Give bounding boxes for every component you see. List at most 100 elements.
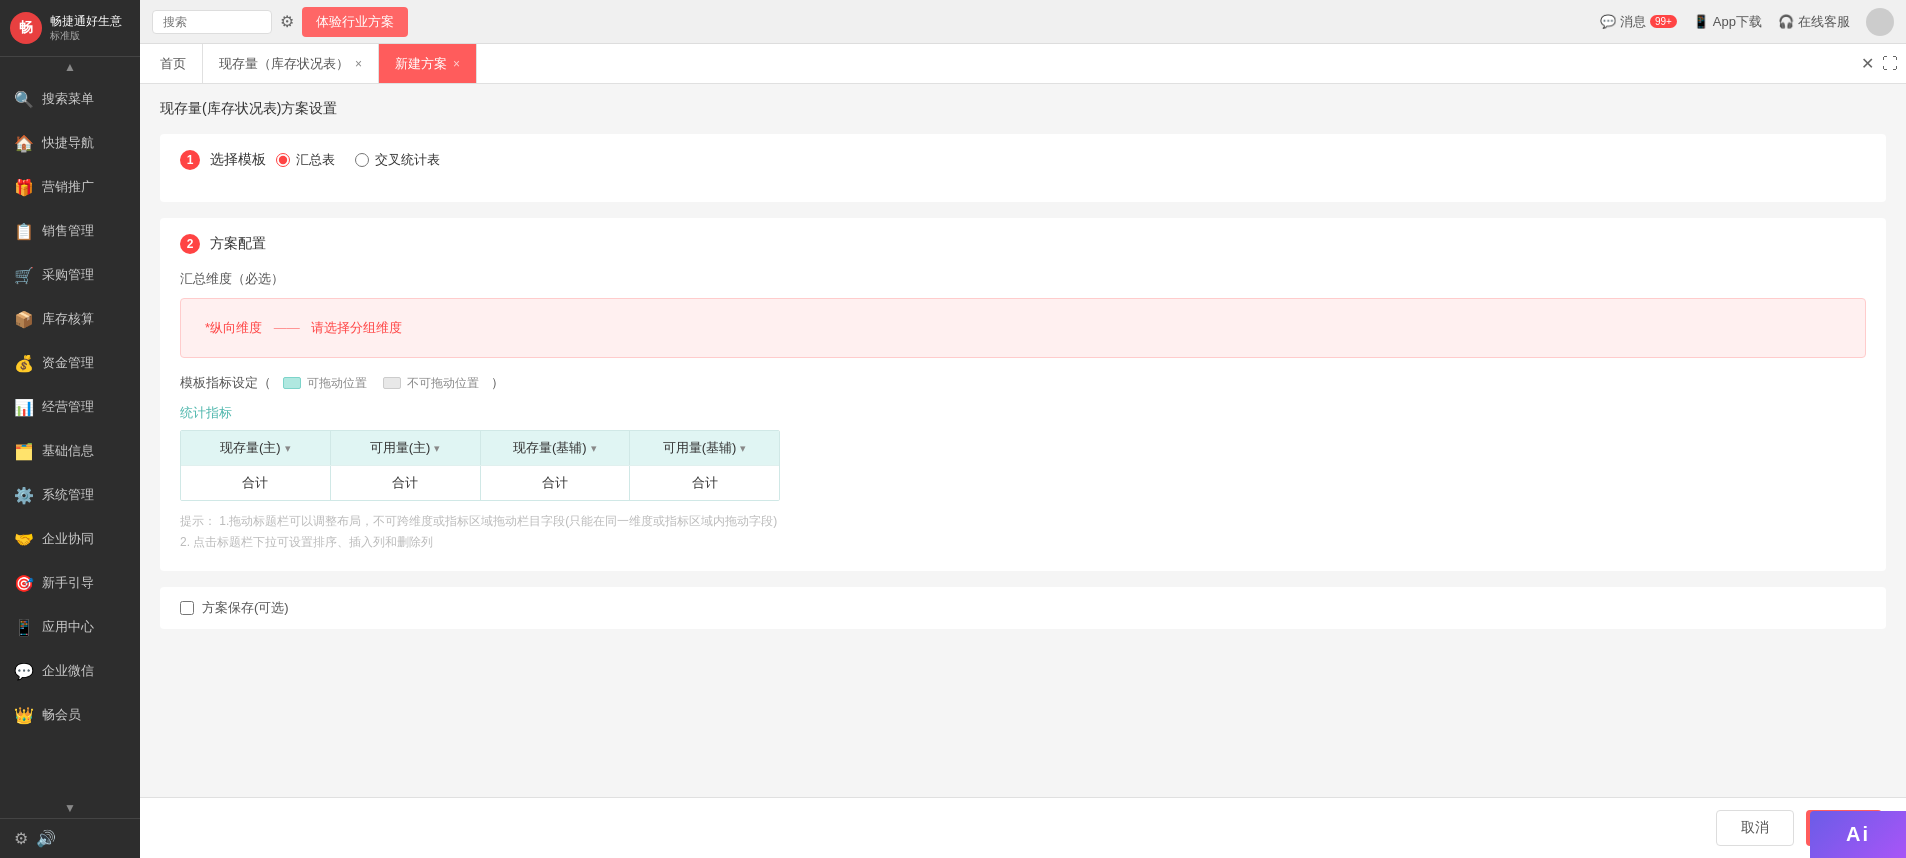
user-avatar[interactable] (1866, 8, 1894, 36)
sidebar-item-app-center[interactable]: 📱 应用中心 (0, 605, 140, 649)
aggregate-label: 汇总维度（必选） (180, 270, 1866, 288)
service-button[interactable]: 🎧 在线客服 (1778, 13, 1850, 31)
inventory-icon: 📦 (14, 309, 34, 329)
sidebar-item-inventory[interactable]: 📦 库存核算 (0, 297, 140, 341)
stats-col-2-chevron[interactable]: ▾ (591, 442, 597, 455)
minimize-icon[interactable]: ✕ (1861, 54, 1874, 73)
indicator-legend: 可拖动位置 不可拖动位置 (283, 375, 479, 392)
warning-required-mark: *纵向维度 —— 请选择分组维度 (205, 319, 402, 337)
sidebar-item-system[interactable]: ⚙️ 系统管理 (0, 473, 140, 517)
sidebar-item-label: 企业协同 (42, 530, 94, 548)
section-choose-template: 1 选择模板 汇总表 交叉统计表 (160, 134, 1886, 202)
sales-icon: 📋 (14, 221, 34, 241)
sidebar-item-label: 库存核算 (42, 310, 94, 328)
cancel-button[interactable]: 取消 (1716, 810, 1794, 846)
sidebar-item-label: 搜索菜单 (42, 90, 94, 108)
system-icon: ⚙️ (14, 485, 34, 505)
settings-icon[interactable]: ⚙ (14, 829, 28, 848)
section2-header: 2 方案配置 (180, 234, 1866, 254)
sidebar-item-search-menu[interactable]: 🔍 搜索菜单 (0, 77, 140, 121)
sidebar-item-basic[interactable]: 🗂️ 基础信息 (0, 429, 140, 473)
tip-1: 提示： 1.拖动标题栏可以调整布局，不可跨维度或指标区域拖动栏目字段(只能在同一… (180, 513, 1866, 530)
service-label: 在线客服 (1798, 13, 1850, 31)
stats-body-col-0: 合计 (181, 466, 331, 500)
sidebar-item-label: 营销推广 (42, 178, 94, 196)
sidebar-item-guide[interactable]: 🎯 新手引导 (0, 561, 140, 605)
contract-icon: 🤝 (14, 529, 34, 549)
section-plan-config: 2 方案配置 汇总维度（必选） *纵向维度 —— 请选择分组维度 模板指标设定（ (160, 218, 1886, 571)
service-icon: 🎧 (1778, 14, 1794, 29)
finance-icon: 💰 (14, 353, 34, 373)
message-button[interactable]: 💬 消息 99+ (1600, 13, 1677, 31)
movable-box (283, 377, 301, 389)
stats-col-2[interactable]: 现存量(基辅) ▾ (481, 431, 631, 465)
radio-cross-label: 交叉统计表 (375, 151, 440, 169)
message-badge: 99+ (1650, 15, 1677, 28)
sidebar-item-contract[interactable]: 🤝 企业协同 (0, 517, 140, 561)
main-container: ⚙ 体验行业方案 💬 消息 99+ 📱 App下载 🎧 在线客服 首页 (140, 0, 1906, 858)
sidebar-scroll-down[interactable]: ▼ (0, 798, 140, 818)
sidebar-item-purchase[interactable]: 🛒 采购管理 (0, 253, 140, 297)
save-section: 方案保存(可选) (160, 587, 1886, 629)
section2-title: 方案配置 (210, 235, 266, 253)
sidebar-item-label: 销售管理 (42, 222, 94, 240)
sidebar-scroll-up[interactable]: ▲ (0, 57, 140, 77)
maximize-icon[interactable]: ⛶ (1882, 55, 1898, 73)
audio-icon[interactable]: 🔊 (36, 829, 56, 848)
radio-summary[interactable]: 汇总表 (276, 151, 335, 169)
purchase-icon: 🛒 (14, 265, 34, 285)
gear-icon[interactable]: ⚙ (280, 12, 294, 31)
sidebar-item-sales[interactable]: 📋 销售管理 (0, 209, 140, 253)
topbar: ⚙ 体验行业方案 💬 消息 99+ 📱 App下载 🎧 在线客服 (140, 0, 1906, 44)
wechat-icon: 💬 (14, 661, 34, 681)
radio-cross[interactable]: 交叉统计表 (355, 151, 440, 169)
tab-inventory-status[interactable]: 现存量（库存状况表） × (203, 44, 379, 83)
stats-body-col-2: 合计 (481, 466, 631, 500)
sidebar-item-quick-nav[interactable]: 🏠 快捷导航 (0, 121, 140, 165)
trial-button[interactable]: 体验行业方案 (302, 7, 408, 37)
stats-col-2-label: 现存量(基辅) (513, 439, 587, 457)
sidebar-item-operation[interactable]: 📊 经营管理 (0, 385, 140, 429)
search-input[interactable] (152, 10, 272, 34)
stats-col-0[interactable]: 现存量(主) ▾ (181, 431, 331, 465)
tab-inventory-close[interactable]: × (355, 57, 362, 71)
indicator-settings: 模板指标设定（ 可拖动位置 不可拖动位置 ） (180, 374, 1866, 392)
sidebar-item-wechat[interactable]: 💬 企业微信 (0, 649, 140, 693)
stats-body-row: 合计 合计 合计 合计 (181, 465, 779, 500)
ai-badge[interactable]: Ai (1810, 811, 1906, 858)
section1-header: 1 选择模板 汇总表 交叉统计表 (180, 150, 1866, 170)
page-title: 现存量(库存状况表)方案设置 (160, 100, 1886, 118)
warning-hint: 请选择分组维度 (311, 320, 402, 335)
member-icon: 👑 (14, 705, 34, 725)
sidebar-item-label: 应用中心 (42, 618, 94, 636)
radio-summary-input[interactable] (276, 153, 290, 167)
tab-new-plan-close[interactable]: × (453, 57, 460, 71)
operation-icon: 📊 (14, 397, 34, 417)
tabbar-actions: ✕ ⛶ (1861, 54, 1906, 73)
stats-table: 现存量(主) ▾ 可用量(主) ▾ 现存量(基辅) ▾ 可用量(基辅) ▾ (180, 430, 780, 501)
sidebar-item-finance[interactable]: 💰 资金管理 (0, 341, 140, 385)
stats-col-0-label: 现存量(主) (220, 439, 281, 457)
sidebar-item-marketing[interactable]: 🎁 营销推广 (0, 165, 140, 209)
stats-col-3-chevron[interactable]: ▾ (740, 442, 746, 455)
stats-col-3[interactable]: 可用量(基辅) ▾ (630, 431, 779, 465)
stats-col-0-chevron[interactable]: ▾ (285, 442, 291, 455)
save-checkbox[interactable] (180, 601, 194, 615)
tips-section: 提示： 1.拖动标题栏可以调整布局，不可跨维度或指标区域拖动栏目字段(只能在同一… (180, 513, 1866, 551)
app-label: App下载 (1713, 13, 1762, 31)
tab-new-plan[interactable]: 新建方案 × (379, 44, 477, 83)
sidebar-item-member[interactable]: 👑 畅会员 (0, 693, 140, 737)
stats-col-1[interactable]: 可用量(主) ▾ (331, 431, 481, 465)
stats-col-1-chevron[interactable]: ▾ (434, 442, 440, 455)
tab-home[interactable]: 首页 (140, 44, 203, 83)
tabbar: 首页 现存量（库存状况表） × 新建方案 × ✕ ⛶ (140, 44, 1906, 84)
sidebar-item-label: 系统管理 (42, 486, 94, 504)
fixed-box (383, 377, 401, 389)
sidebar-bottom: ⚙ 🔊 (0, 818, 140, 858)
guide-icon: 🎯 (14, 573, 34, 593)
section1-num: 1 (180, 150, 200, 170)
legend-fixed-label: 不可拖动位置 (407, 375, 479, 392)
content-area: 现存量(库存状况表)方案设置 1 选择模板 汇总表 交叉统计表 (140, 84, 1906, 797)
app-download-button[interactable]: 📱 App下载 (1693, 13, 1762, 31)
radio-cross-input[interactable] (355, 153, 369, 167)
